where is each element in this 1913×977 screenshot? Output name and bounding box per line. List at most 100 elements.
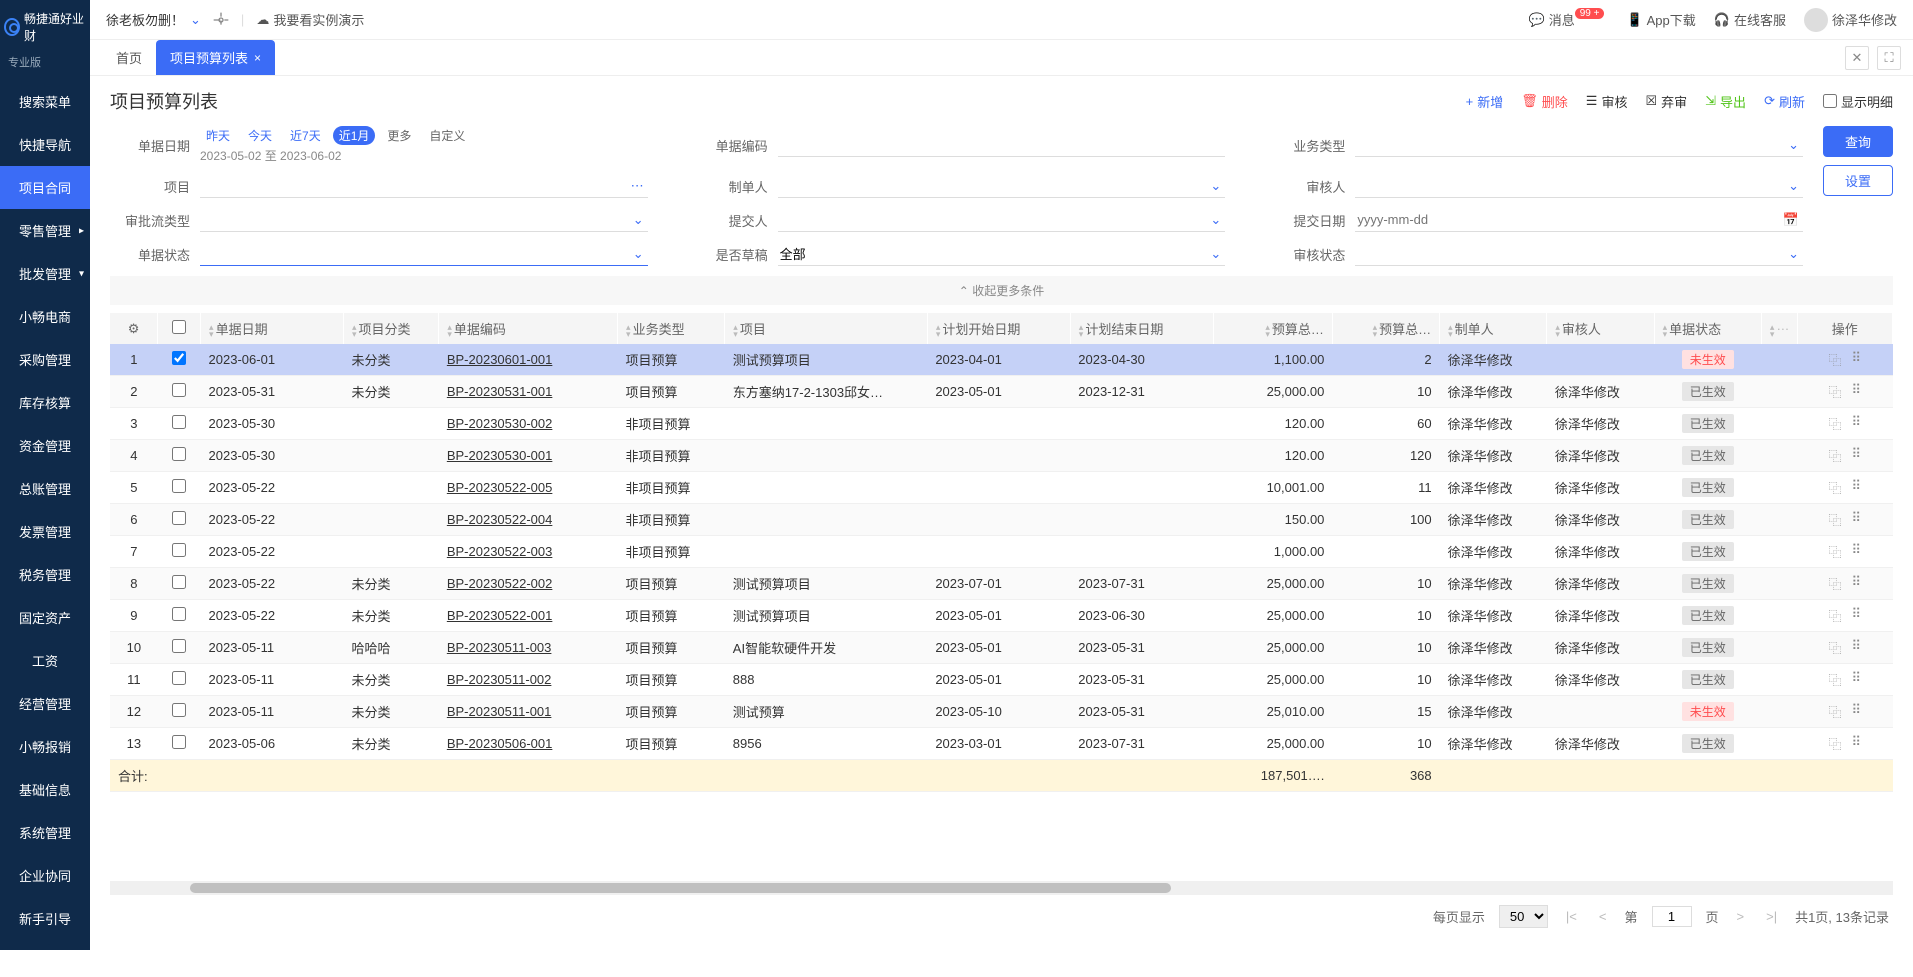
col-project[interactable]: ▴▾项目 [725, 313, 928, 344]
row-checkbox[interactable] [172, 543, 186, 557]
doc-code-link[interactable]: BP-20230530-002 [447, 416, 553, 431]
chevron-down-icon[interactable]: ⌄ [1206, 246, 1225, 262]
sidebar-item-5[interactable]: 小畅电商 [0, 295, 90, 338]
sidebar-item-15[interactable]: 小畅报销 [0, 725, 90, 768]
chevron-down-icon[interactable]: ⌄ [1784, 246, 1803, 262]
table-row[interactable]: 42023-05-30BP-20230530-001非项目预算120.00120… [110, 440, 1893, 472]
view-icon[interactable]: ⿻ [1829, 350, 1842, 369]
submitter-input[interactable] [778, 208, 1207, 231]
date-chip-5[interactable]: 自定义 [423, 126, 471, 145]
table-row[interactable]: 52023-05-22BP-20230522-005非项目预算10,001.00… [110, 472, 1893, 504]
col-total2[interactable]: ▴▾预算总… [1332, 313, 1439, 344]
sidebar-item-6[interactable]: 采购管理 [0, 338, 90, 381]
doc-status-input[interactable] [200, 242, 629, 265]
sidebar-item-0[interactable]: 搜索菜单 [0, 80, 90, 123]
more-icon[interactable]: ⠿ [1852, 414, 1862, 433]
tab-1[interactable]: 项目预算列表× [156, 40, 275, 75]
table-row[interactable]: 132023-05-06未分类BP-20230506-001项目预算895620… [110, 728, 1893, 760]
table-row[interactable]: 32023-05-30BP-20230530-002非项目预算120.0060徐… [110, 408, 1893, 440]
col-checkbox[interactable] [158, 313, 201, 344]
close-tab-button[interactable]: ✕ [1845, 46, 1869, 70]
row-checkbox[interactable] [172, 671, 186, 685]
row-checkbox[interactable] [172, 351, 186, 365]
sidebar-item-16[interactable]: 基础信息 [0, 768, 90, 811]
date-chip-1[interactable]: 今天 [242, 126, 278, 145]
row-checkbox[interactable] [172, 447, 186, 461]
row-checkbox[interactable] [172, 607, 186, 621]
sidebar-item-3[interactable]: 零售管理 [0, 209, 90, 252]
more-icon[interactable]: ⠿ [1852, 542, 1862, 561]
row-checkbox[interactable] [172, 735, 186, 749]
more-icon[interactable]: ⠿ [1852, 478, 1862, 497]
table-row[interactable]: 12023-06-01未分类BP-20230601-001项目预算测试预算项目2… [110, 344, 1893, 376]
more-icon[interactable]: ⠿ [1852, 638, 1862, 657]
col-category[interactable]: ▴▾项目分类 [344, 313, 439, 344]
view-icon[interactable]: ⿻ [1829, 446, 1842, 465]
col-date[interactable]: ▴▾单据日期 [201, 313, 344, 344]
doc-code-link[interactable]: BP-20230506-001 [447, 736, 553, 751]
row-checkbox[interactable] [172, 639, 186, 653]
flow-type-input[interactable] [200, 208, 629, 231]
more-icon[interactable]: ⠿ [1852, 382, 1862, 401]
sidebar-item-8[interactable]: 资金管理 [0, 424, 90, 467]
more-icon[interactable]: ⠿ [1852, 350, 1862, 369]
org-selector[interactable]: 徐老板勿删！ ⌄ [106, 10, 201, 29]
sidebar-item-19[interactable]: 新手引导 [0, 897, 90, 940]
project-input[interactable] [200, 174, 627, 197]
collapse-filters[interactable]: ⌃ 收起更多条件 [110, 276, 1893, 305]
col-maker[interactable]: ▴▾制单人 [1440, 313, 1547, 344]
more-icon[interactable]: ⠿ [1852, 734, 1862, 753]
col-status[interactable]: ▴▾单据状态 [1654, 313, 1761, 344]
gear-icon[interactable] [213, 11, 229, 28]
doc-code-link[interactable]: BP-20230522-004 [447, 512, 553, 527]
doc-code-link[interactable]: BP-20230511-003 [447, 640, 552, 655]
view-icon[interactable]: ⿻ [1829, 606, 1842, 625]
date-chip-3[interactable]: 近1月 [333, 126, 376, 145]
view-icon[interactable]: ⿻ [1829, 414, 1842, 433]
col-total1[interactable]: ▴▾预算总… [1213, 313, 1332, 344]
sidebar-item-10[interactable]: 发票管理 [0, 510, 90, 553]
table-row[interactable]: 102023-05-11哈哈哈BP-20230511-003项目预算AI智能软硬… [110, 632, 1893, 664]
show-detail-checkbox[interactable]: 显示明细 [1823, 92, 1893, 111]
table-row[interactable]: 72023-05-22BP-20230522-003非项目预算1,000.00徐… [110, 536, 1893, 568]
auditor-input[interactable] [1355, 174, 1784, 197]
table-row[interactable]: 122023-05-11未分类BP-20230511-001项目预算测试预算20… [110, 696, 1893, 728]
row-checkbox[interactable] [172, 479, 186, 493]
sidebar-item-1[interactable]: 快捷导航 [0, 123, 90, 166]
view-icon[interactable]: ⿻ [1829, 734, 1842, 753]
sidebar-item-2[interactable]: 项目合同 [0, 166, 90, 209]
tab-0[interactable]: 首页 [102, 40, 156, 75]
delete-button[interactable]: 🗑删除 [1521, 92, 1568, 111]
col-auditor[interactable]: ▴▾审核人 [1547, 313, 1654, 344]
view-icon[interactable]: ⿻ [1829, 542, 1842, 561]
doc-code-link[interactable]: BP-20230522-001 [447, 608, 553, 623]
table-row[interactable]: 62023-05-22BP-20230522-004非项目预算150.00100… [110, 504, 1893, 536]
table-row[interactable]: 92023-05-22未分类BP-20230522-001项目预算测试预算项目2… [110, 600, 1893, 632]
chevron-down-icon[interactable]: ⌄ [629, 246, 648, 262]
view-icon[interactable]: ⿻ [1829, 702, 1842, 721]
more-icon[interactable]: ⠿ [1852, 670, 1862, 689]
more-icon[interactable]: ⠿ [1852, 606, 1862, 625]
doc-code-link[interactable]: BP-20230522-002 [447, 576, 553, 591]
user-menu[interactable]: 徐泽华修改 [1804, 8, 1897, 32]
view-icon[interactable]: ⿻ [1829, 382, 1842, 401]
messages-button[interactable]: 💬 消息 99 + [1529, 10, 1609, 29]
date-chip-4[interactable]: 更多 [381, 126, 417, 145]
col-extra[interactable]: ▴▾审 [1761, 313, 1797, 344]
sidebar-item-4[interactable]: 批发管理 [0, 252, 90, 295]
row-checkbox[interactable] [172, 511, 186, 525]
view-icon[interactable]: ⿻ [1829, 478, 1842, 497]
calendar-icon[interactable]: 📅 [1779, 212, 1803, 228]
view-icon[interactable]: ⿻ [1829, 510, 1842, 529]
table-row[interactable]: 112023-05-11未分类BP-20230511-002项目预算888202… [110, 664, 1893, 696]
audit-button[interactable]: ☰审核 [1586, 92, 1628, 111]
doc-code-link[interactable]: BP-20230522-003 [447, 544, 553, 559]
demo-link[interactable]: ☁ 我要看实例演示 [256, 10, 364, 29]
page-input[interactable] [1652, 906, 1692, 927]
add-button[interactable]: +新增 [1466, 92, 1504, 111]
doc-code-link[interactable]: BP-20230511-002 [447, 672, 552, 687]
maker-input[interactable] [778, 174, 1207, 197]
submit-date-input[interactable] [1355, 208, 1778, 231]
row-checkbox[interactable] [172, 383, 186, 397]
chevron-down-icon[interactable]: ⌄ [1784, 178, 1803, 194]
